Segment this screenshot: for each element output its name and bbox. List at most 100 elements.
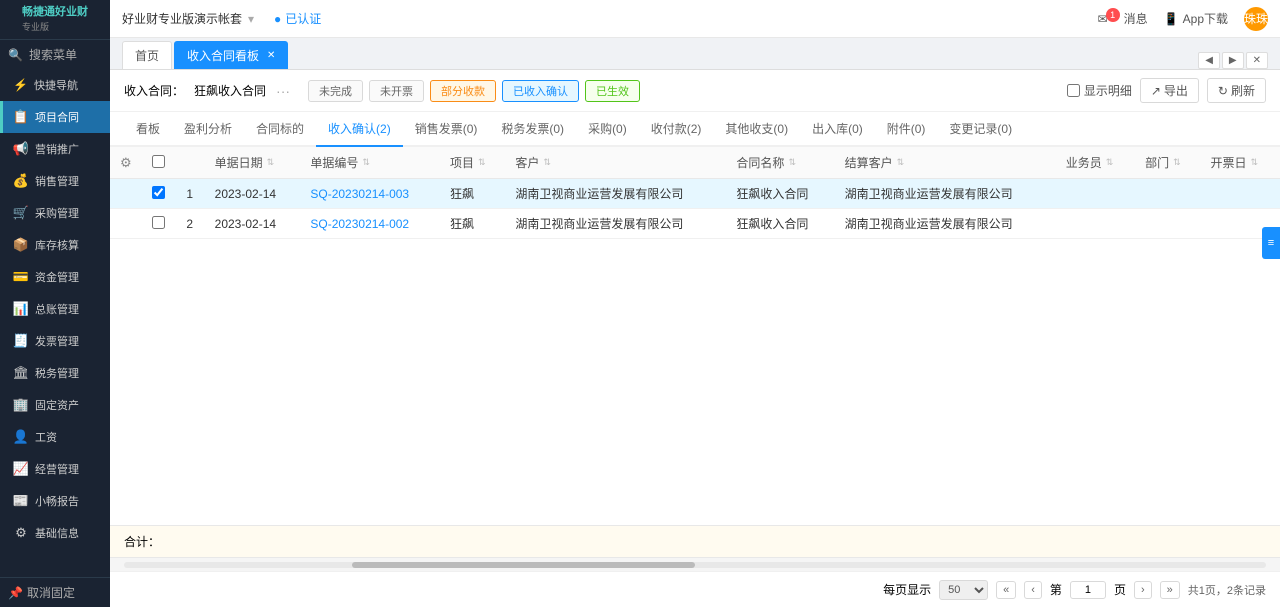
sidebar-item-tax[interactable]: 🏛 税务管理: [0, 357, 110, 389]
row2-order-link[interactable]: SQ-20230214-002: [310, 217, 409, 231]
export-button[interactable]: ↗ 导出: [1140, 78, 1199, 103]
show-detail-checkbox[interactable]: 显示明细: [1067, 82, 1132, 99]
export-icon: ↗: [1151, 84, 1161, 98]
tab-next-button[interactable]: ▶: [1222, 52, 1244, 69]
scroll-thumb[interactable]: [352, 562, 695, 568]
scroll-track[interactable]: [124, 562, 1266, 568]
total-label: 合计：: [124, 533, 160, 550]
row2-billing-customer: 湖南卫视商业运营发展有限公司: [835, 209, 1056, 239]
tab-prev-button[interactable]: ◀: [1198, 52, 1220, 69]
sidebar-item-sales[interactable]: 💰 销售管理: [0, 165, 110, 197]
inner-tab-change-log[interactable]: 变更记录(0): [937, 112, 1024, 147]
status-confirmed[interactable]: 已收入确认: [502, 80, 579, 102]
status-partial[interactable]: 部分收款: [430, 80, 496, 102]
select-all-checkbox[interactable]: [152, 155, 165, 168]
row1-date: 2023-02-14: [205, 179, 301, 209]
row2-project: 狂飙: [440, 209, 505, 239]
table-row[interactable]: 1 2023-02-14 SQ-20230214-003 狂飙 湖南卫视商业运营…: [110, 179, 1280, 209]
sidebar-item-hr[interactable]: 👤 工资: [0, 421, 110, 453]
col-order-no-header[interactable]: 单据编号⇅: [300, 147, 440, 179]
tab-home-label: 首页: [135, 47, 159, 64]
general-icon: 📊: [13, 301, 29, 317]
inner-tab-warehouse[interactable]: 出入库(0): [800, 112, 875, 147]
row2-sales: [1056, 209, 1135, 239]
col-project-header[interactable]: 项目⇅: [440, 147, 505, 179]
app-name: 畅捷通好业财: [22, 6, 88, 19]
app-logo: 畅捷通好业财 专业版: [0, 0, 110, 40]
sidebar-item-general[interactable]: 📊 总账管理: [0, 293, 110, 325]
prev-page-button[interactable]: ‹: [1024, 581, 1042, 599]
inner-tab-other[interactable]: 其他收支(0): [713, 112, 800, 147]
sidebar-item-quick-nav[interactable]: ⚡ 快捷导航: [0, 69, 110, 101]
user-avatar[interactable]: 珠珠: [1244, 7, 1268, 31]
status-not-done[interactable]: 未完成: [308, 80, 363, 102]
last-page-button[interactable]: »: [1160, 581, 1180, 599]
app-download-button[interactable]: 📱 App下载: [1164, 10, 1228, 27]
more-options-button[interactable]: ···: [276, 83, 290, 99]
sales-sort-icon: ⇅: [1106, 157, 1114, 168]
sidebar-item-report[interactable]: 📰 小畅报告: [0, 485, 110, 517]
status-active[interactable]: 已生效: [585, 80, 640, 102]
sidebar-item-hr-label: 工资: [35, 429, 57, 445]
sidebar-item-ops[interactable]: 📈 经营管理: [0, 453, 110, 485]
inner-tab-profit[interactable]: 盈利分析: [172, 112, 244, 147]
row2-order-no: SQ-20230214-002: [300, 209, 440, 239]
col-dept-header[interactable]: 部门⇅: [1135, 147, 1200, 179]
inner-tab-purchase[interactable]: 采购(0): [576, 112, 639, 147]
tab-contract-board-label: 收入合同看板: [187, 47, 259, 64]
row2-customer: 湖南卫视商业运营发展有限公司: [505, 209, 726, 239]
sidebar-item-inventory[interactable]: 📦 库存核算: [0, 229, 110, 261]
next-page-button[interactable]: ›: [1134, 581, 1152, 599]
row1-order-link[interactable]: SQ-20230214-003: [310, 187, 409, 201]
show-detail-check[interactable]: [1067, 84, 1080, 97]
float-panel-button[interactable]: ≡: [1262, 227, 1280, 259]
purchase-icon: 🛒: [13, 205, 29, 221]
tab-close-button[interactable]: ✕: [1246, 52, 1268, 69]
row1-checkbox[interactable]: [152, 186, 165, 199]
inner-tab-attachment[interactable]: 附件(0): [875, 112, 938, 147]
col-date-header[interactable]: 单据日期⇅: [205, 147, 301, 179]
company-name: 好业财专业版演示帐套: [122, 10, 242, 27]
tab-home[interactable]: 首页: [122, 41, 172, 69]
status-not-invoiced[interactable]: 未开票: [369, 80, 424, 102]
sidebar-item-fixed-label: 固定资产: [35, 397, 79, 413]
inner-tab-subject[interactable]: 合同标的: [244, 112, 316, 147]
inner-tab-revenue[interactable]: 收入确认(2): [316, 112, 403, 147]
search-menu-item[interactable]: 🔍 搜索菜单: [0, 40, 110, 69]
refresh-button[interactable]: ↻ 刷新: [1207, 78, 1266, 103]
dropdown-icon: ▾: [248, 12, 254, 26]
row1-check[interactable]: [142, 179, 175, 209]
sidebar-item-fixed[interactable]: 🏢 固定资产: [0, 389, 110, 421]
sidebar-item-project[interactable]: 📋 项目合同: [0, 101, 110, 133]
inner-tab-sales-invoice[interactable]: 销售发票(0): [403, 112, 490, 147]
inner-tab-tax-invoice[interactable]: 税务发票(0): [489, 112, 576, 147]
sidebar-item-purchase-label: 采购管理: [35, 205, 79, 221]
col-open-date-header[interactable]: 开票日⇅: [1200, 147, 1280, 179]
per-page-select[interactable]: 10 20 50 100: [939, 580, 988, 600]
column-settings-icon[interactable]: ⚙: [120, 155, 132, 170]
sidebar-item-purchase[interactable]: 🛒 采购管理: [0, 197, 110, 229]
tab-close-icon[interactable]: ✕: [267, 50, 275, 61]
message-button[interactable]: ✉ 1 消息: [1098, 10, 1148, 27]
sidebar-item-marketing[interactable]: 📢 营销推广: [0, 133, 110, 165]
page-number-input[interactable]: [1070, 581, 1106, 599]
col-contract-name-header[interactable]: 合同名称⇅: [726, 147, 834, 179]
tab-contract-board[interactable]: 收入合同看板 ✕: [174, 41, 288, 69]
row2-checkbox[interactable]: [152, 216, 165, 229]
inner-tab-board[interactable]: 看板: [124, 112, 172, 147]
row2-check[interactable]: [142, 209, 175, 239]
unpin-button[interactable]: 📌 取消固定: [0, 577, 110, 607]
sidebar-item-fund[interactable]: 💳 资金管理: [0, 261, 110, 293]
col-billing-customer-header[interactable]: 结算客户⇅: [835, 147, 1056, 179]
scroll-bar[interactable]: [110, 557, 1280, 571]
sidebar-item-base[interactable]: ⚙ 基础信息: [0, 517, 110, 549]
company-selector[interactable]: 好业财专业版演示帐套 ▾: [122, 10, 254, 27]
table-row[interactable]: 2 2023-02-14 SQ-20230214-002 狂飙 湖南卫视商业运营…: [110, 209, 1280, 239]
col-sales-header[interactable]: 业务员⇅: [1056, 147, 1135, 179]
sidebar-item-invoice[interactable]: 🧾 发票管理: [0, 325, 110, 357]
inner-tab-payment[interactable]: 收付款(2): [639, 112, 714, 147]
quick-nav-label: 快捷导航: [34, 77, 78, 93]
order-no-sort-icon: ⇅: [362, 157, 370, 168]
first-page-button[interactable]: «: [996, 581, 1016, 599]
col-customer-header[interactable]: 客户⇅: [505, 147, 726, 179]
